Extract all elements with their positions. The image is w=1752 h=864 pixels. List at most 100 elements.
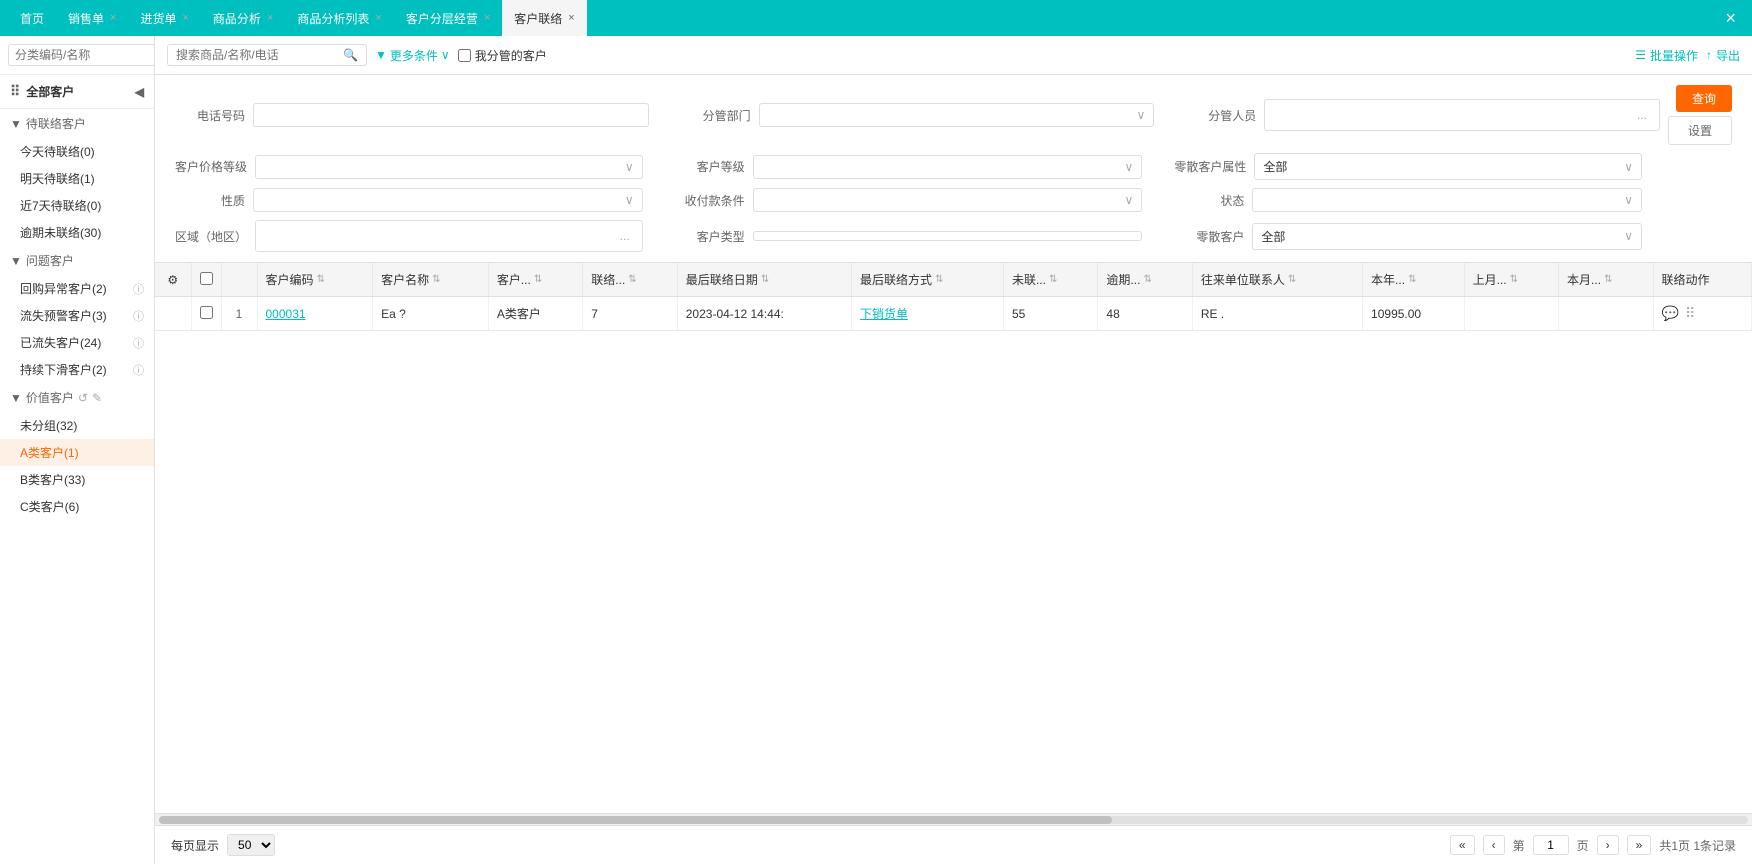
next-page-btn[interactable]: ›: [1597, 835, 1619, 855]
nav-customer-contact[interactable]: 客户联络 ×: [502, 0, 586, 36]
qr-icon[interactable]: ⠿: [1685, 305, 1695, 322]
checkbox-col-header: [191, 263, 221, 297]
message-icon[interactable]: 💬: [1662, 305, 1679, 322]
close-sales-tab[interactable]: ×: [110, 12, 116, 24]
status-select[interactable]: ∨: [1252, 188, 1642, 212]
my-customers-checkbox[interactable]: 我分管的客户: [458, 47, 547, 64]
retail-attr-select[interactable]: 全部 ∨: [1254, 153, 1642, 180]
code-col-header: 客户编码 ⇅: [257, 263, 373, 297]
nav-sales[interactable]: 销售单 ×: [56, 0, 128, 36]
row-code-link[interactable]: 000031: [266, 307, 306, 321]
filter-row-3: 性质 ∨ 收付款条件 ∨ 状态 ∨: [175, 188, 1732, 212]
last-contact-date-col-header: 最后联络日期 ⇅: [677, 263, 851, 297]
sort-icon-code[interactable]: ⇅: [317, 274, 325, 285]
sort-icon-date[interactable]: ⇅: [761, 274, 769, 285]
edit-icon[interactable]: ✎: [92, 391, 102, 405]
section-problem-customers[interactable]: ▼ 问题客户: [0, 246, 154, 275]
scrollbar-thumb[interactable]: [159, 816, 1112, 824]
sidebar-item-declining[interactable]: 持续下滑客户(2) ⓘ: [0, 356, 154, 383]
sort-icon-this-month[interactable]: ⇅: [1604, 274, 1612, 285]
sort-icon-last-month[interactable]: ⇅: [1510, 274, 1518, 285]
gear-icon[interactable]: ⚙: [167, 273, 178, 287]
ellipsis-icon-2[interactable]: ...: [616, 225, 634, 247]
sidebar-item-7days[interactable]: 近7天待联络(0): [0, 192, 154, 219]
sidebar-item-overdue[interactable]: 逾期未联络(30): [0, 219, 154, 246]
sidebar-item-today[interactable]: 今天待联络(0): [0, 138, 154, 165]
status-field: 状态 ∨: [1174, 188, 1642, 212]
nav-home[interactable]: 首页: [8, 0, 56, 36]
close-goods-list-tab[interactable]: ×: [375, 12, 381, 24]
select-all-checkbox[interactable]: [200, 272, 213, 285]
row-this-month-cell: [1559, 297, 1653, 331]
dept-select[interactable]: ∨: [759, 103, 1155, 127]
customer-level-select[interactable]: ∨: [753, 155, 1143, 179]
horizontal-scrollbar[interactable]: [155, 813, 1752, 825]
nav-goods-analysis[interactable]: 商品分析 ×: [201, 0, 285, 36]
sort-icon-year[interactable]: ⇅: [1408, 274, 1416, 285]
sidebar-item-class-a[interactable]: A类客户(1): [0, 439, 154, 466]
section-value-customers[interactable]: ▼ 价值客户 ↺ ✎: [0, 383, 154, 412]
region-select[interactable]: ...: [255, 220, 643, 252]
payment-select[interactable]: ∨: [753, 188, 1143, 212]
grid-icon: ⠿: [10, 83, 20, 100]
region-field: 区域（地区） ...: [175, 220, 643, 252]
row-checkbox[interactable]: [200, 306, 213, 319]
sort-icon-unit[interactable]: ⇅: [1288, 274, 1296, 285]
close-goods-analysis-tab[interactable]: ×: [267, 12, 273, 24]
section-pending-contact[interactable]: ▼ 待联络客户: [0, 109, 154, 138]
settings-button[interactable]: 设置: [1668, 116, 1732, 145]
phone-input[interactable]: [253, 103, 649, 127]
price-level-select[interactable]: ∨: [255, 155, 643, 179]
retail-customer-select[interactable]: 全部 ∨: [1252, 223, 1642, 250]
advanced-filter: 电话号码 分管部门 ∨ 分管人员 ...: [155, 75, 1752, 263]
my-customers-check[interactable]: [458, 49, 471, 62]
sidebar-item-class-c[interactable]: C类客户(6): [0, 493, 154, 520]
nav-purchase[interactable]: 进货单 ×: [128, 0, 200, 36]
refresh-icon[interactable]: ↺: [78, 391, 88, 405]
row-unit-contact-cell: RE .: [1192, 297, 1362, 331]
sort-icon-no-contact[interactable]: ⇅: [1049, 274, 1057, 285]
close-purchase-tab[interactable]: ×: [182, 12, 188, 24]
sidebar-all-customers[interactable]: ⠿ 全部客户 ◀: [0, 75, 154, 109]
nav-customer-layer[interactable]: 客户分层经营 ×: [394, 0, 502, 36]
filter-search-input[interactable]: [176, 48, 343, 62]
page-size-select[interactable]: 50: [227, 834, 275, 856]
overdue-col-header: 逾期... ⇅: [1098, 263, 1192, 297]
sidebar-item-class-b[interactable]: B类客户(33): [0, 466, 154, 493]
batch-op-btn[interactable]: ☰ 批量操作: [1635, 47, 1698, 64]
payment-field: 收付款条件 ∨: [675, 188, 1143, 212]
sort-icon-method[interactable]: ⇅: [935, 274, 943, 285]
collapse-icon: ◀: [135, 85, 144, 99]
sidebar-item-churn-warning[interactable]: 流失预警客户(3) ⓘ: [0, 302, 154, 329]
sort-icon-overdue[interactable]: ⇅: [1143, 274, 1151, 285]
customer-type-select[interactable]: [753, 231, 1143, 241]
sort-icon-contact[interactable]: ⇅: [628, 274, 636, 285]
sidebar-item-unclassified[interactable]: 未分组(32): [0, 412, 154, 439]
chevron-icon-4: ∨: [1624, 160, 1633, 174]
sidebar-item-repurchase-abnormal[interactable]: 回购异常客户(2) ⓘ: [0, 275, 154, 302]
page-number-input[interactable]: [1533, 835, 1569, 855]
prev-page-btn[interactable]: ‹: [1483, 835, 1505, 855]
manager-select[interactable]: ...: [1264, 99, 1660, 131]
sidebar-search-input[interactable]: [8, 44, 155, 66]
sidebar-item-churned[interactable]: 已流失客户(24) ⓘ: [0, 329, 154, 356]
window-close-btn[interactable]: ×: [1717, 8, 1744, 29]
row-method-link[interactable]: 下销货单: [860, 307, 908, 321]
export-btn[interactable]: ↑ 导出: [1706, 47, 1740, 64]
sort-icon-type[interactable]: ⇅: [534, 274, 542, 285]
more-filters-btn[interactable]: ▼ 更多条件 ∨: [375, 47, 450, 64]
query-button[interactable]: 查询: [1676, 85, 1732, 112]
table-footer: 每页显示 50 « ‹ 第 页 › » 共1页 1条记录: [155, 825, 1752, 864]
ellipsis-icon[interactable]: ...: [1633, 104, 1651, 126]
last-page-btn[interactable]: »: [1627, 835, 1652, 855]
close-customer-layer-tab[interactable]: ×: [484, 12, 490, 24]
sort-icon-name[interactable]: ⇅: [432, 274, 440, 285]
filter-search-icon[interactable]: 🔍: [343, 48, 358, 62]
nature-select[interactable]: ∨: [253, 188, 643, 212]
nav-goods-analysis-list[interactable]: 商品分析列表 ×: [285, 0, 393, 36]
table-area: ⚙ 客户编码 ⇅: [155, 263, 1752, 813]
customer-table: ⚙ 客户编码 ⇅: [155, 263, 1752, 331]
first-page-btn[interactable]: «: [1450, 835, 1475, 855]
sidebar-item-tomorrow[interactable]: 明天待联络(1): [0, 165, 154, 192]
close-customer-contact-tab[interactable]: ×: [568, 12, 574, 24]
